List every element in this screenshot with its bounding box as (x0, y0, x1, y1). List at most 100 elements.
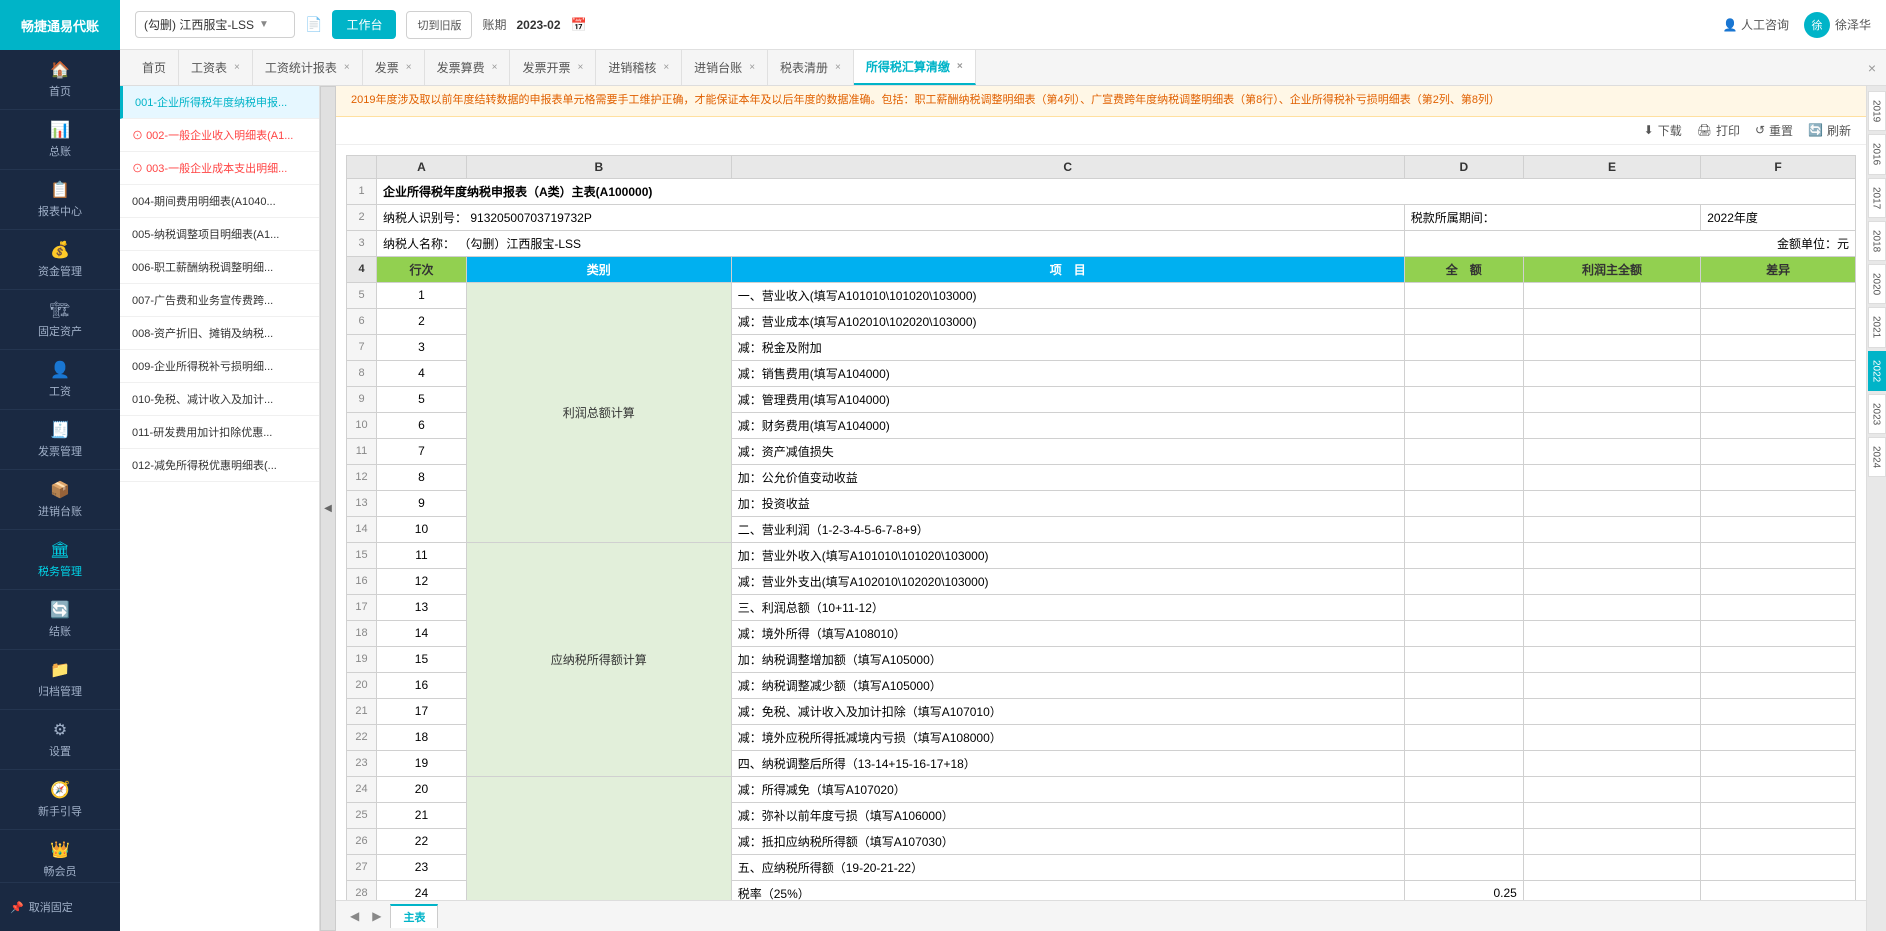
sidebar-item-sales[interactable]: 📦 进销台账 (0, 470, 120, 530)
tab-income-tax[interactable]: 所得税汇算清缴 × (854, 50, 976, 85)
table-row: 5 1 利润总额计算 一、营业收入(填写A101010\101020\10300… (347, 282, 1856, 308)
tab-close-icon[interactable]: × (957, 61, 963, 72)
left-panel-item-006[interactable]: 006-职工薪酬纳税调整明细... (120, 251, 319, 284)
sidebar-item-close[interactable]: 🔄 结账 (0, 590, 120, 650)
left-panel-item-004[interactable]: 004-期间费用明细表(A1040... (120, 185, 319, 218)
tab-close-icon[interactable]: × (577, 62, 583, 73)
left-panel-item-010[interactable]: 010-免税、减计收入及加计... (120, 383, 319, 416)
sidebar-item-guide[interactable]: 🧭 新手引导 (0, 770, 120, 830)
sidebar-item-label: 首页 (49, 83, 71, 99)
left-panel-item-009[interactable]: 009-企业所得税补亏损明细... (120, 350, 319, 383)
sidebar-item-home[interactable]: 🏠 首页 (0, 50, 120, 110)
sheet-nav-left[interactable]: ◀ (346, 909, 363, 923)
row-7-profit (1523, 334, 1700, 360)
tab-invoice[interactable]: 发票 × (363, 50, 425, 85)
user-name: 徐泽华 (1835, 16, 1871, 33)
top-right: 👤 人工咨询 徐 徐泽华 (1723, 12, 1871, 38)
tab-close-icon[interactable]: × (344, 62, 350, 73)
human-service[interactable]: 👤 人工咨询 (1723, 16, 1789, 33)
sheet-tab-main[interactable]: 主表 (390, 904, 438, 928)
year-2017[interactable]: 2017 (1868, 178, 1886, 218)
taxpayer-name-cell: 纳税人名称： （勾删）江西服宝-LSS (377, 230, 1405, 256)
year-2018[interactable]: 2018 (1868, 221, 1886, 261)
row-9-num-val: 5 (377, 386, 467, 412)
sidebar-item-finance[interactable]: 💰 资金管理 (0, 230, 120, 290)
tab-tax-table[interactable]: 税表清册 × (768, 50, 854, 85)
left-panel-item-007[interactable]: 007-广告费和业务宣传费跨... (120, 284, 319, 317)
left-panel-item-005[interactable]: 005-纳税调整项目明细表(A1... (120, 218, 319, 251)
pin-toggle[interactable]: 📌 取消固定 (10, 893, 110, 921)
row-20-profit (1523, 672, 1700, 698)
reset-button[interactable]: ↺ 重置 (1755, 122, 1793, 139)
row-22-num: 22 (347, 724, 377, 750)
tab-sales-check[interactable]: 进销稽核 × (596, 50, 682, 85)
tab-invoice-calc[interactable]: 发票算费 × (425, 50, 511, 85)
tab-close-icon[interactable]: × (406, 62, 412, 73)
left-panel-item-001[interactable]: 001-企业所得税年度纳税申报... (120, 86, 319, 119)
tab-payroll[interactable]: 工资表 × (179, 50, 253, 85)
download-button[interactable]: ⬇ 下载 (1644, 122, 1682, 139)
row-6-num-val: 2 (377, 308, 467, 334)
row-28-diff (1701, 880, 1856, 900)
year-2021[interactable]: 2021 (1868, 307, 1886, 347)
tab-payroll-stats[interactable]: 工资统计报表 × (253, 50, 363, 85)
sidebar-item-tax[interactable]: 🏛 税务管理 (0, 530, 120, 590)
sidebar-item-archive[interactable]: 📁 归档管理 (0, 650, 120, 710)
row-6-diff (1701, 308, 1856, 334)
refresh-button[interactable]: 🔄 刷新 (1808, 122, 1851, 139)
row-13-diff (1701, 490, 1856, 516)
left-panel-item-003[interactable]: ⊙ 003-一般企业成本支出明细... (120, 152, 319, 185)
tab-invoice-open[interactable]: 发票开票 × (510, 50, 596, 85)
row-6-item: 减：营业成本(填写A102010\102020\103000) (731, 308, 1404, 334)
tab-sales-ledger[interactable]: 进销台账 × (682, 50, 768, 85)
row-15-item: 加：营业外收入(填写A101010\101020\103000) (731, 542, 1404, 568)
year-2024[interactable]: 2024 (1868, 437, 1886, 477)
left-panel-item-011[interactable]: 011-研发费用加计扣除优惠... (120, 416, 319, 449)
sidebar-item-payroll[interactable]: 👤 工资 (0, 350, 120, 410)
row-10-profit (1523, 412, 1700, 438)
year-2022[interactable]: 2022 (1868, 351, 1886, 391)
print-button[interactable]: 🖨 打印 (1697, 122, 1740, 139)
guide-icon: 🧭 (50, 780, 70, 800)
close-period-icon: 🔄 (50, 600, 70, 620)
sidebar-item-settings[interactable]: ⚙ 设置 (0, 710, 120, 770)
sheet-nav-right[interactable]: ▶ (368, 909, 385, 923)
year-2023[interactable]: 2023 (1868, 394, 1886, 434)
left-panel-item-008[interactable]: 008-资产折旧、摊销及纳税... (120, 317, 319, 350)
tab-income-tax-label: 所得税汇算清缴 (866, 58, 950, 75)
sidebar-item-member[interactable]: 👑 畅会员 (0, 830, 120, 882)
panel-collapse-button[interactable]: ◀ (320, 86, 336, 931)
tab-close-icon[interactable]: × (663, 62, 669, 73)
calendar-icon[interactable]: 📅 (571, 17, 587, 33)
row-17-num-val: 13 (377, 594, 467, 620)
row-11-amount (1404, 438, 1523, 464)
sidebar-item-assets[interactable]: 🏗 固定资产 (0, 290, 120, 350)
tab-close-all-icon[interactable]: × (1868, 60, 1876, 76)
left-panel-item-012[interactable]: 012-减免所得税优惠明细表(... (120, 449, 319, 482)
row-23-amount (1404, 750, 1523, 776)
workbench-button[interactable]: 工作台 (332, 10, 396, 39)
row-18-diff (1701, 620, 1856, 646)
row-24-profit (1523, 776, 1700, 802)
sidebar-item-invoice[interactable]: 🧾 发票管理 (0, 410, 120, 470)
main-content: 2019年度涉及取以前年度结转数据的申报表单元格需要手工维护正确，才能保证本年及… (336, 86, 1866, 931)
year-2019[interactable]: 2019 (1868, 91, 1886, 131)
switch-version-button[interactable]: 切到旧版 (406, 11, 472, 39)
tab-payroll-label: 工资表 (191, 59, 227, 76)
tab-home[interactable]: 首页 (130, 50, 179, 85)
sidebar-item-ledger[interactable]: 📊 总账 (0, 110, 120, 170)
year-2020[interactable]: 2020 (1868, 264, 1886, 304)
left-panel-item-002[interactable]: ⊙ 002-一般企业收入明细表(A1... (120, 119, 319, 152)
year-2016[interactable]: 2016 (1868, 134, 1886, 174)
tab-close-icon[interactable]: × (749, 62, 755, 73)
sidebar-item-label: 进销台账 (38, 503, 82, 519)
tab-close-icon[interactable]: × (492, 62, 498, 73)
doc-icon[interactable]: 📄 (305, 16, 322, 33)
service-label: 人工咨询 (1741, 18, 1789, 32)
avatar: 徐 (1804, 12, 1830, 38)
row-21-item: 减：免税、减计收入及加计扣除（填写A107010） (731, 698, 1404, 724)
sidebar-item-reports[interactable]: 📋 报表中心 (0, 170, 120, 230)
tab-close-icon[interactable]: × (835, 62, 841, 73)
company-selector[interactable]: (勾删) 江西服宝-LSS ▼ (135, 11, 295, 38)
tab-close-icon[interactable]: × (234, 62, 240, 73)
